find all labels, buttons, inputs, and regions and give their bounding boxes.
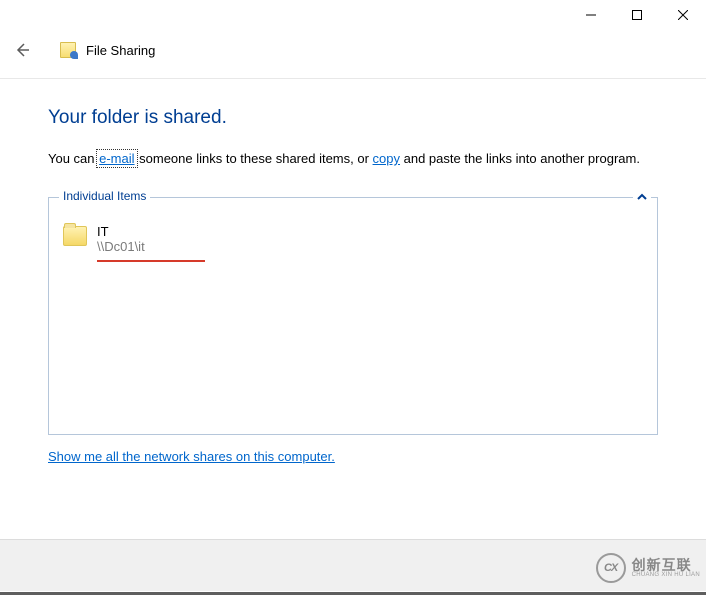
body-text-fragment: You can — [48, 151, 98, 166]
item-text-block: IT \\Dc01\it — [97, 224, 205, 262]
window-titlebar — [0, 0, 706, 30]
back-arrow-icon[interactable] — [12, 42, 32, 58]
maximize-button[interactable] — [614, 0, 660, 30]
watermark-text: 创新互联 CHUANG XIN HU LIAN — [632, 558, 700, 578]
items-list: IT \\Dc01\it — [49, 198, 657, 434]
body-text-fragment: someone links to these shared items, or — [136, 151, 373, 166]
items-legend: Individual Items — [59, 189, 150, 203]
item-name: IT — [97, 224, 205, 239]
watermark: CX 创新互联 CHUANG XIN HU LIAN — [596, 553, 700, 583]
watermark-en: CHUANG XIN HU LIAN — [632, 572, 700, 578]
collapse-chevron-icon[interactable] — [633, 190, 651, 206]
item-path-highlight — [97, 260, 205, 262]
folder-icon — [63, 226, 87, 246]
show-all-shares-link[interactable]: Show me all the network shares on this c… — [48, 449, 335, 464]
close-button[interactable] — [660, 0, 706, 30]
watermark-cn: 创新互联 — [632, 558, 700, 572]
body-text-fragment: and paste the links into another program… — [400, 151, 640, 166]
body-paragraph: You can e-mail someone links to these sh… — [48, 149, 658, 169]
page-headline: Your folder is shared. — [48, 107, 658, 129]
file-sharing-icon — [60, 42, 76, 58]
email-link[interactable]: e-mail — [98, 151, 135, 166]
app-title: File Sharing — [86, 43, 155, 58]
individual-items-panel: Individual Items IT \\Dc01\it — [48, 197, 658, 435]
footer-band: CX 创新互联 CHUANG XIN HU LIAN — [0, 539, 706, 591]
shared-item[interactable]: IT \\Dc01\it — [63, 224, 647, 262]
header-row: File Sharing — [0, 30, 706, 70]
watermark-logo: CX — [596, 553, 626, 583]
copy-link[interactable]: copy — [373, 151, 400, 166]
item-path: \\Dc01\it — [97, 239, 205, 254]
minimize-button[interactable] — [568, 0, 614, 30]
content-area: Your folder is shared. You can e-mail so… — [0, 79, 706, 464]
